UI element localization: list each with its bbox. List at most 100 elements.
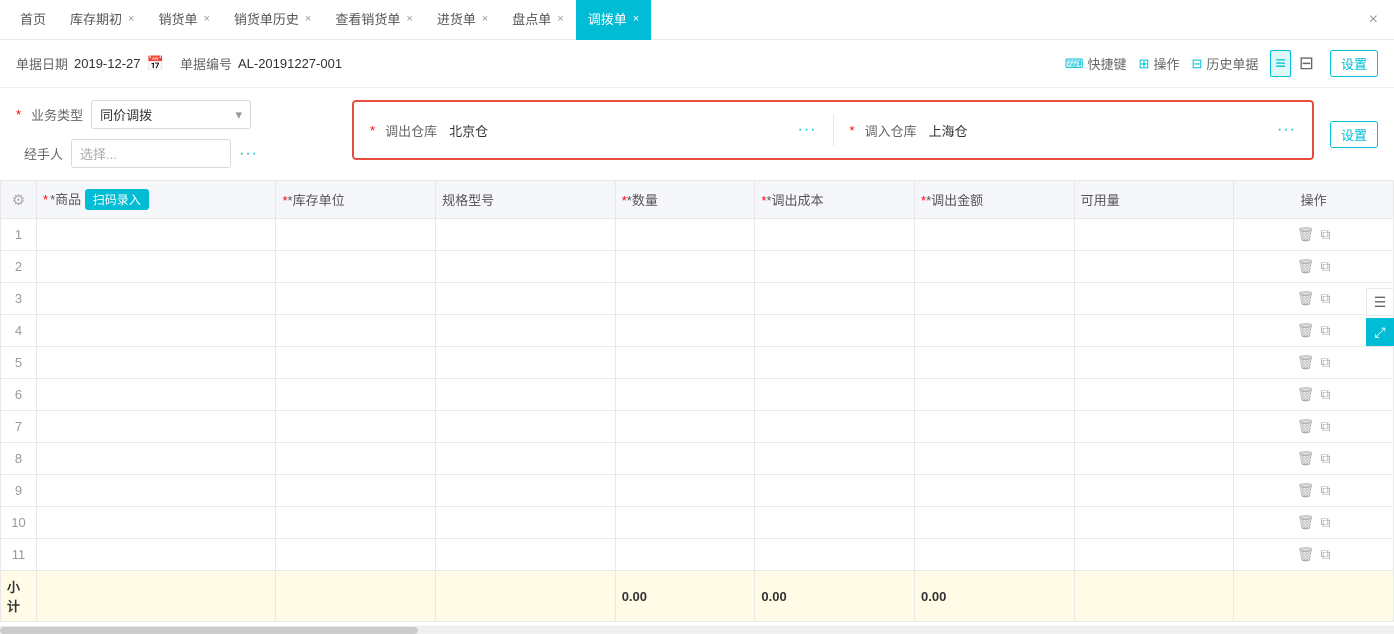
cell-product-9[interactable]: [37, 475, 276, 507]
cell-qty-3[interactable]: [615, 283, 755, 315]
cell-product-10[interactable]: [37, 507, 276, 539]
delete-icon-4[interactable]: 🗑: [1297, 322, 1315, 339]
delete-icon-9[interactable]: 🗑: [1297, 482, 1315, 499]
cell-unit-9[interactable]: [276, 475, 436, 507]
warehouse-in-value[interactable]: 上海仓: [929, 121, 968, 140]
cell-unit-11[interactable]: [276, 539, 436, 571]
cell-available-11[interactable]: [1074, 539, 1234, 571]
tab-sales-order[interactable]: 销货单 ×: [146, 0, 221, 40]
delete-icon-8[interactable]: 🗑: [1297, 450, 1315, 467]
scrollbar-thumb[interactable]: [0, 627, 418, 634]
cell-spec-6[interactable]: [436, 379, 616, 411]
cell-cost-1[interactable]: [755, 219, 915, 251]
cell-available-7[interactable]: [1074, 411, 1234, 443]
cell-cost-3[interactable]: [755, 283, 915, 315]
cell-spec-10[interactable]: [436, 507, 616, 539]
cell-spec-7[interactable]: [436, 411, 616, 443]
cell-spec-4[interactable]: [436, 315, 616, 347]
copy-icon-10[interactable]: ⧉: [1321, 514, 1331, 531]
delete-icon-3[interactable]: 🗑: [1297, 290, 1315, 307]
business-type-select[interactable]: 同价调拨 ▾: [91, 100, 251, 129]
cell-spec-11[interactable]: [436, 539, 616, 571]
date-value[interactable]: 2019-12-27: [74, 56, 141, 71]
cell-unit-3[interactable]: [276, 283, 436, 315]
cell-amount-11[interactable]: [915, 539, 1075, 571]
cell-cost-10[interactable]: [755, 507, 915, 539]
handler-more-button[interactable]: ···: [239, 145, 258, 163]
cell-spec-2[interactable]: [436, 251, 616, 283]
copy-icon-11[interactable]: ⧉: [1321, 546, 1331, 563]
cell-available-1[interactable]: [1074, 219, 1234, 251]
cell-amount-5[interactable]: [915, 347, 1075, 379]
cell-cost-9[interactable]: [755, 475, 915, 507]
cell-qty-5[interactable]: [615, 347, 755, 379]
tab-close-sales-history[interactable]: ×: [305, 13, 311, 25]
cell-qty-1[interactable]: [615, 219, 755, 251]
tab-close-transfer[interactable]: ×: [633, 13, 639, 25]
operations-button[interactable]: ⊞ 操作: [1139, 54, 1180, 73]
cell-product-8[interactable]: [37, 443, 276, 475]
cell-cost-8[interactable]: [755, 443, 915, 475]
copy-icon-2[interactable]: ⧉: [1321, 258, 1331, 275]
setting-button[interactable]: 设置: [1330, 50, 1378, 77]
handler-select[interactable]: 选择...: [71, 139, 231, 168]
delete-icon-6[interactable]: 🗑: [1297, 386, 1315, 403]
delete-icon-10[interactable]: 🗑: [1297, 514, 1315, 531]
cell-unit-7[interactable]: [276, 411, 436, 443]
cell-cost-2[interactable]: [755, 251, 915, 283]
cell-unit-1[interactable]: [276, 219, 436, 251]
cell-spec-3[interactable]: [436, 283, 616, 315]
cell-amount-7[interactable]: [915, 411, 1075, 443]
cell-cost-5[interactable]: [755, 347, 915, 379]
cell-unit-8[interactable]: [276, 443, 436, 475]
tab-home[interactable]: 首页: [8, 0, 58, 40]
cell-spec-1[interactable]: [436, 219, 616, 251]
cell-available-8[interactable]: [1074, 443, 1234, 475]
cell-qty-7[interactable]: [615, 411, 755, 443]
cell-qty-10[interactable]: [615, 507, 755, 539]
cell-product-4[interactable]: [37, 315, 276, 347]
delete-icon-1[interactable]: 🗑: [1297, 226, 1315, 243]
cell-amount-10[interactable]: [915, 507, 1075, 539]
cell-available-10[interactable]: [1074, 507, 1234, 539]
cell-amount-1[interactable]: [915, 219, 1075, 251]
copy-icon-4[interactable]: ⧉: [1321, 322, 1331, 339]
scan-button[interactable]: 扫码录入: [85, 189, 149, 210]
cell-available-5[interactable]: [1074, 347, 1234, 379]
warehouse-setting-button[interactable]: 设置: [1330, 121, 1378, 148]
gear-icon[interactable]: ⚙: [12, 192, 25, 209]
side-list-button[interactable]: ☰: [1366, 288, 1394, 316]
cell-amount-9[interactable]: [915, 475, 1075, 507]
tab-stocktake[interactable]: 盘点单 ×: [500, 0, 575, 40]
cell-product-11[interactable]: [37, 539, 276, 571]
cell-available-3[interactable]: [1074, 283, 1234, 315]
copy-icon-1[interactable]: ⧉: [1321, 226, 1331, 243]
cell-cost-7[interactable]: [755, 411, 915, 443]
tab-close-stocktake[interactable]: ×: [557, 13, 563, 25]
cell-product-1[interactable]: [37, 219, 276, 251]
side-expand-button[interactable]: ⤢: [1366, 318, 1394, 346]
cell-spec-9[interactable]: [436, 475, 616, 507]
tab-sales-history[interactable]: 销货单历史 ×: [222, 0, 323, 40]
cell-available-4[interactable]: [1074, 315, 1234, 347]
cell-available-2[interactable]: [1074, 251, 1234, 283]
history-button[interactable]: ⊟ 历史单据: [1191, 54, 1258, 73]
warehouse-out-value[interactable]: 北京仓: [449, 121, 488, 140]
cell-cost-6[interactable]: [755, 379, 915, 411]
cell-product-5[interactable]: [37, 347, 276, 379]
cell-product-3[interactable]: [37, 283, 276, 315]
cell-product-7[interactable]: [37, 411, 276, 443]
delete-icon-2[interactable]: 🗑: [1297, 258, 1315, 275]
cell-unit-10[interactable]: [276, 507, 436, 539]
cell-amount-2[interactable]: [915, 251, 1075, 283]
window-close-button[interactable]: ×: [1361, 7, 1386, 33]
layout-icon-1[interactable]: ≡: [1270, 50, 1291, 77]
cell-qty-8[interactable]: [615, 443, 755, 475]
warehouse-in-more-button[interactable]: ···: [1277, 121, 1296, 139]
cell-product-6[interactable]: [37, 379, 276, 411]
cell-qty-11[interactable]: [615, 539, 755, 571]
cell-available-6[interactable]: [1074, 379, 1234, 411]
delete-icon-5[interactable]: 🗑: [1297, 354, 1315, 371]
layout-icon-2[interactable]: ⊟: [1295, 51, 1318, 76]
cell-spec-8[interactable]: [436, 443, 616, 475]
